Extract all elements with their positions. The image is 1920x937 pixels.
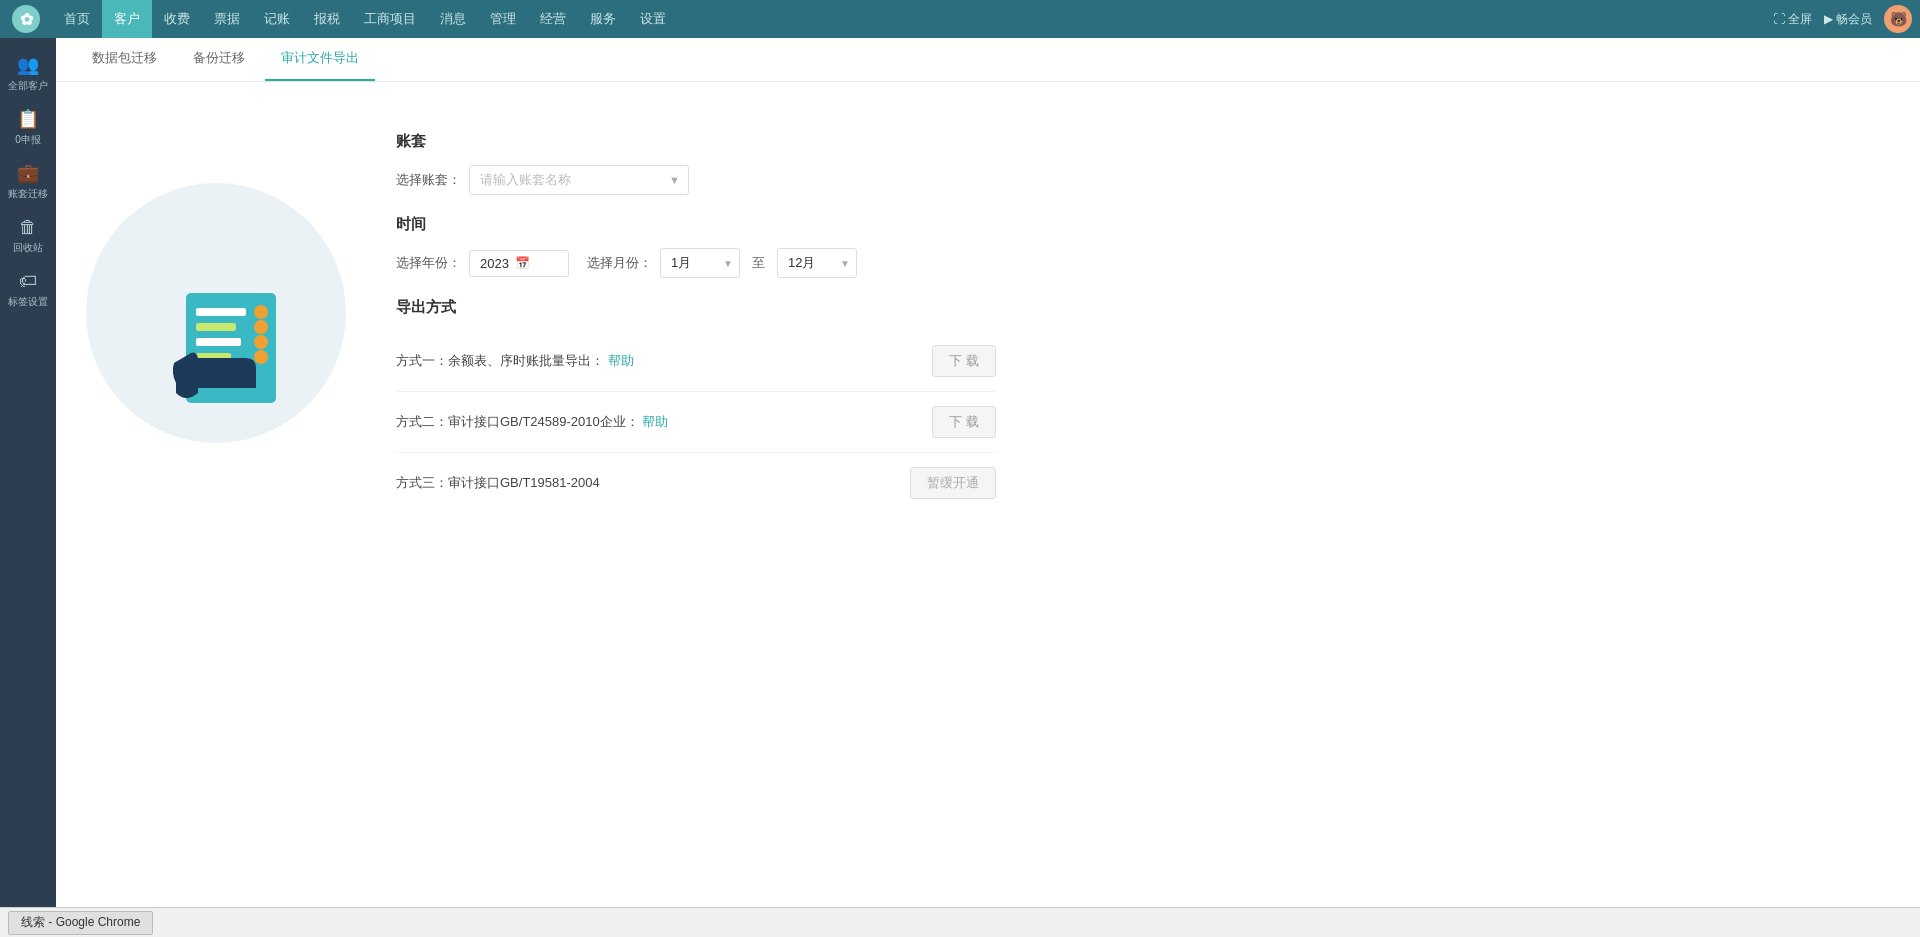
year-label: 选择年份：	[396, 254, 461, 272]
account-row: 选择账套： 请输入账套名称 ▼	[396, 165, 996, 195]
month-end-chevron-icon: ▼	[840, 258, 850, 269]
export-method-3: 方式三：审计接口GB/T19581-2004 暂缓开通	[396, 453, 996, 513]
month-end-select[interactable]: 12月 ▼	[777, 248, 857, 278]
top-nav: ✿ 首页客户收费票据记账报税工商项目消息管理经营服务设置 ⛶ 全屏 ▶ 畅会员 …	[0, 0, 1920, 38]
illustration-svg	[136, 213, 296, 413]
illustration-circle	[86, 183, 346, 443]
top-nav-item-设置[interactable]: 设置	[628, 0, 678, 38]
sidebar-item-0申报[interactable]: 📋 0申报	[0, 100, 56, 154]
account-placeholder: 请输入账套名称	[480, 171, 571, 189]
export-help-link-1[interactable]: 帮助	[608, 353, 634, 368]
top-nav-item-票据[interactable]: 票据	[202, 0, 252, 38]
svg-rect-1	[196, 308, 246, 316]
top-nav-item-工商项目[interactable]: 工商项目	[352, 0, 428, 38]
top-nav-right: ⛶ 全屏 ▶ 畅会员 🐻	[1773, 5, 1912, 33]
top-nav-item-消息[interactable]: 消息	[428, 0, 478, 38]
download-button-1[interactable]: 下 载	[932, 345, 996, 377]
export-method-label-2: 方式二：审计接口GB/T24589-2010企业： 帮助	[396, 413, 668, 431]
tab-数据包迁移[interactable]: 数据包迁移	[76, 37, 173, 81]
svg-point-8	[254, 335, 268, 349]
top-nav-item-服务[interactable]: 服务	[578, 0, 628, 38]
video-icon: ▶	[1824, 12, 1833, 26]
sidebar-icon: 💼	[17, 162, 39, 184]
sidebar-item-全部客户[interactable]: 👥 全部客户	[0, 46, 56, 100]
account-section-title: 账套	[396, 132, 996, 151]
svg-point-9	[254, 350, 268, 364]
fullscreen-label: 全屏	[1788, 11, 1812, 28]
svg-point-7	[254, 320, 268, 334]
month-start-select[interactable]: 1月 ▼	[660, 248, 740, 278]
member-button[interactable]: ▶ 畅会员	[1824, 11, 1872, 28]
member-label: 畅会员	[1836, 11, 1872, 28]
top-nav-item-经营[interactable]: 经营	[528, 0, 578, 38]
export-methods-container: 方式一：余额表、序时账批量导出： 帮助下 载方式二：审计接口GB/T24589-…	[396, 331, 996, 513]
sidebar-label: 0申报	[15, 134, 41, 146]
top-nav-item-报税[interactable]: 报税	[302, 0, 352, 38]
time-row: 选择年份： 2023 📅 选择月份： 1月 ▼ 至 12月 ▼	[396, 248, 996, 278]
tabs-header: 数据包迁移备份迁移审计文件导出	[56, 38, 1920, 82]
main-content: 数据包迁移备份迁移审计文件导出	[56, 38, 1920, 937]
export-method-label-1: 方式一：余额表、序时账批量导出： 帮助	[396, 352, 634, 370]
export-method-2: 方式二：审计接口GB/T24589-2010企业： 帮助 下 载	[396, 392, 996, 453]
sidebar-item-标签设置[interactable]: 🏷 标签设置	[0, 262, 56, 316]
page-body: 账套 选择账套： 请输入账套名称 ▼ 时间 选择年份： 2023 📅 选择月份：…	[56, 82, 1920, 543]
sidebar-icon: 🗑	[19, 217, 37, 238]
export-help-link-2[interactable]: 帮助	[642, 414, 668, 429]
form-area: 账套 选择账套： 请输入账套名称 ▼ 时间 选择年份： 2023 📅 选择月份：…	[396, 112, 996, 513]
chevron-down-icon: ▼	[669, 174, 680, 186]
logo-icon: ✿	[12, 5, 40, 33]
taskbar-item[interactable]: 线索 - Google Chrome	[8, 911, 153, 935]
top-nav-items: 首页客户收费票据记账报税工商项目消息管理经营服务设置	[52, 0, 1773, 38]
month-start-label: 选择月份：	[587, 254, 652, 272]
left-sidebar: 👥 全部客户 📋 0申报 💼 账套迁移 🗑 回收站 🏷 标签设置	[0, 38, 56, 937]
svg-rect-2	[196, 323, 236, 331]
export-section-title: 导出方式	[396, 298, 996, 317]
top-nav-item-管理[interactable]: 管理	[478, 0, 528, 38]
top-nav-item-收费[interactable]: 收费	[152, 0, 202, 38]
sidebar-icon: 👥	[17, 54, 39, 76]
svg-point-6	[254, 305, 268, 319]
fullscreen-icon: ⛶	[1773, 12, 1785, 26]
download-button-2[interactable]: 下 载	[932, 406, 996, 438]
top-nav-item-记账[interactable]: 记账	[252, 0, 302, 38]
taskbar: 线索 - Google Chrome	[0, 907, 1920, 937]
sidebar-item-回收站[interactable]: 🗑 回收站	[0, 208, 56, 262]
sidebar-icon: 🏷	[19, 271, 37, 292]
year-value: 2023	[480, 256, 509, 271]
to-label: 至	[748, 254, 769, 272]
month-start-chevron-icon: ▼	[723, 258, 733, 269]
taskbar-item-label: 线索 - Google Chrome	[21, 914, 140, 931]
sidebar-label: 回收站	[13, 242, 43, 254]
month-end-value: 12月	[788, 254, 815, 272]
export-method-1: 方式一：余额表、序时账批量导出： 帮助 下 载	[396, 331, 996, 392]
calendar-icon: 📅	[515, 256, 530, 270]
top-nav-item-客户[interactable]: 客户	[102, 0, 152, 38]
sidebar-label: 账套迁移	[8, 188, 48, 200]
svg-rect-3	[196, 338, 241, 346]
account-select[interactable]: 请输入账套名称 ▼	[469, 165, 689, 195]
sidebar-label: 标签设置	[8, 296, 48, 308]
export-method-label-3: 方式三：审计接口GB/T19581-2004	[396, 474, 600, 492]
tab-审计文件导出[interactable]: 审计文件导出	[265, 37, 375, 81]
month-start-value: 1月	[671, 254, 691, 272]
avatar[interactable]: 🐻	[1884, 5, 1912, 33]
top-nav-item-首页[interactable]: 首页	[52, 0, 102, 38]
logo[interactable]: ✿	[8, 1, 44, 37]
coming-soon-button-3: 暂缓开通	[910, 467, 996, 499]
illustration-area	[76, 112, 356, 513]
account-label: 选择账套：	[396, 171, 461, 189]
sidebar-icon: 📋	[17, 108, 39, 130]
sidebar-label: 全部客户	[8, 80, 48, 92]
fullscreen-button[interactable]: ⛶ 全屏	[1773, 11, 1812, 28]
sidebar-item-账套迁移[interactable]: 💼 账套迁移	[0, 154, 56, 208]
time-section-title: 时间	[396, 215, 996, 234]
tab-备份迁移[interactable]: 备份迁移	[177, 37, 261, 81]
year-input[interactable]: 2023 📅	[469, 250, 569, 277]
